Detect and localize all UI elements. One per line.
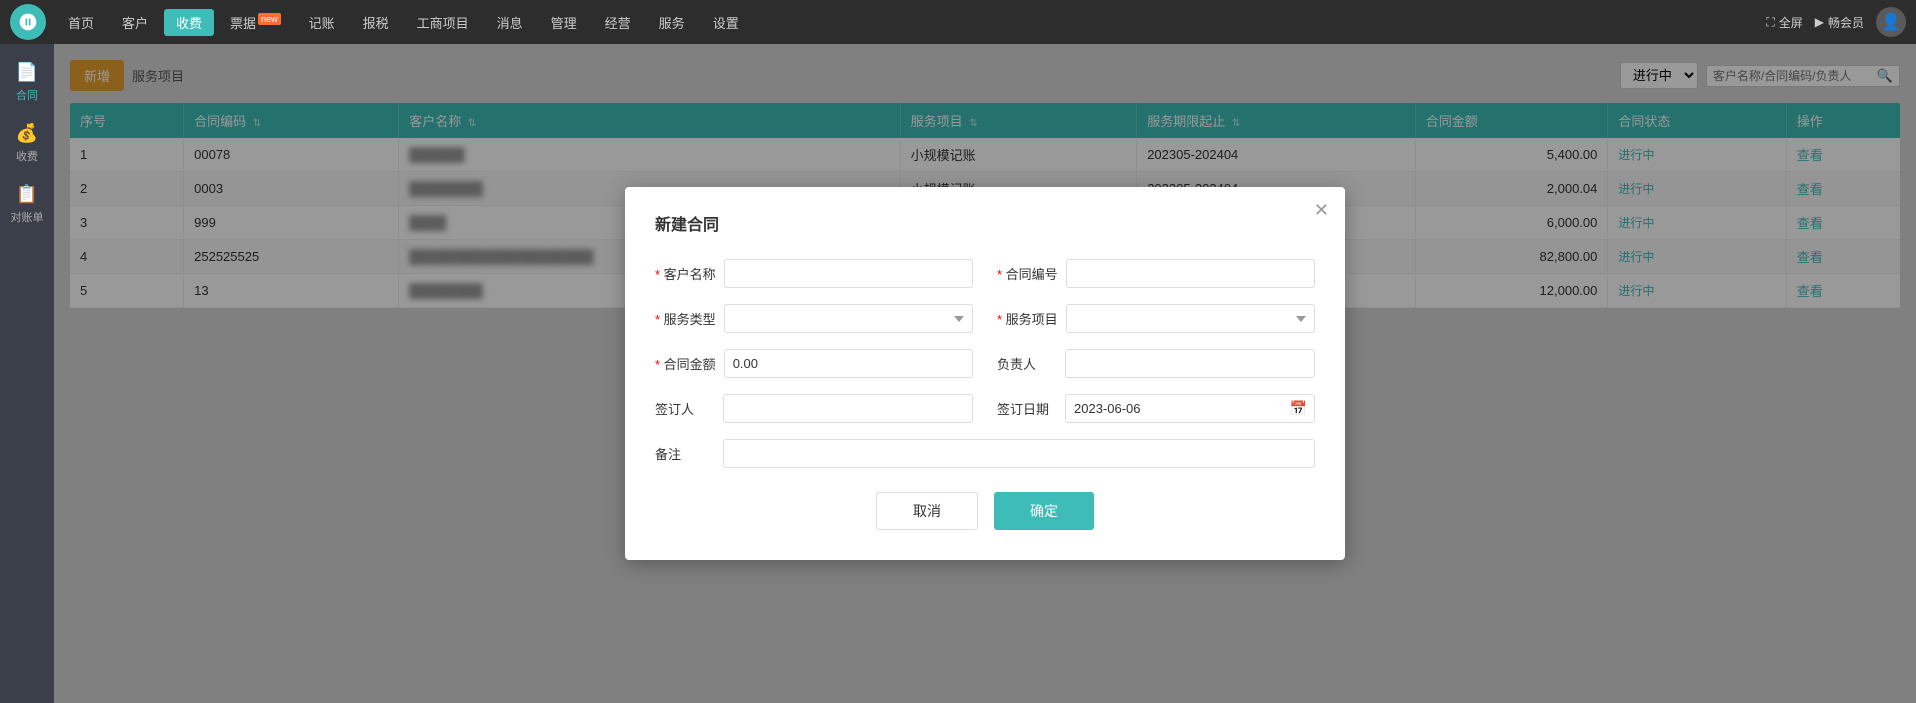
nav-manage[interactable]: 管理	[539, 9, 589, 36]
nav-tax[interactable]: 报税	[351, 9, 401, 36]
form-row-sign-date: 签订日期 📅	[997, 394, 1315, 423]
nav-client[interactable]: 客户	[110, 9, 160, 36]
client-name-input[interactable]	[724, 259, 973, 288]
signer-input[interactable]	[723, 394, 973, 423]
cancel-button[interactable]: 取消	[876, 492, 978, 530]
form-row-client: 客户名称	[655, 259, 973, 288]
nav-message[interactable]: 消息	[485, 9, 535, 36]
sign-date-label: 签订日期	[997, 399, 1057, 418]
nav-home[interactable]: 首页	[56, 9, 106, 36]
responsible-input[interactable]	[1065, 349, 1315, 378]
form-row-service-item: 服务项目	[997, 304, 1315, 333]
nav-menu: 首页 客户 收费 票据new 记账 报税 工商项目 消息 管理 经营 服务 设置	[56, 9, 1766, 36]
sign-date-wrapper: 📅	[1065, 394, 1315, 423]
fullscreen-label: 全屏	[1779, 14, 1803, 31]
nav-operation[interactable]: 经营	[593, 9, 643, 36]
new-contract-dialog: 新建合同 ✕ 客户名称 合同编号 服务类型	[625, 187, 1345, 560]
member-icon: ▶	[1815, 15, 1824, 29]
statement-icon: 📋	[16, 184, 38, 205]
new-badge: new	[258, 13, 281, 25]
nav-settings[interactable]: 设置	[701, 9, 751, 36]
sidebar: 📄 合同 💰 收费 📋 对账单	[0, 44, 54, 703]
sign-date-input[interactable]	[1065, 394, 1315, 423]
service-item-select[interactable]	[1066, 304, 1315, 333]
dialog-footer: 取消 确定	[655, 492, 1315, 530]
main-content: 新增 服务项目 进行中 已结束 全部 🔍 序号 合同编码 ⇅ 客户名称 ⇅	[54, 44, 1916, 703]
form-row-signer: 签订人	[655, 394, 973, 423]
sidebar-item-billing[interactable]: 💰 收费	[0, 115, 54, 172]
fullscreen-button[interactable]: ⛶ 全屏	[1766, 14, 1802, 31]
amount-label: 合同金额	[655, 354, 716, 373]
dialog-overlay: 新建合同 ✕ 客户名称 合同编号 服务类型	[54, 44, 1916, 703]
billing-icon: 💰	[16, 123, 38, 144]
nav-bookkeeping[interactable]: 记账	[297, 9, 347, 36]
nav-billing[interactable]: 收费	[164, 9, 214, 36]
sidebar-item-statement-label: 对账单	[11, 209, 44, 225]
signer-label: 签订人	[655, 399, 715, 418]
sidebar-item-billing-label: 收费	[16, 148, 38, 164]
main-layout: 📄 合同 💰 收费 📋 对账单 新增 服务项目 进行中 已结束 全部 🔍	[0, 44, 1916, 703]
amount-input[interactable]	[724, 349, 973, 378]
top-navigation: 首页 客户 收费 票据new 记账 报税 工商项目 消息 管理 经营 服务 设置…	[0, 0, 1916, 44]
confirm-button[interactable]: 确定	[994, 492, 1094, 530]
sidebar-item-contract[interactable]: 📄 合同	[0, 54, 54, 111]
app-logo	[10, 4, 46, 40]
member-label: 畅会员	[1828, 14, 1864, 31]
sidebar-item-statement[interactable]: 📋 对账单	[0, 176, 54, 233]
member-button[interactable]: ▶ 畅会员	[1815, 14, 1864, 31]
dialog-title: 新建合同	[655, 211, 1315, 235]
nav-bizproject[interactable]: 工商项目	[405, 9, 481, 36]
contract-no-label: 合同编号	[997, 264, 1058, 283]
contract-icon: 📄	[16, 62, 38, 83]
user-avatar[interactable]: 👤	[1876, 7, 1906, 37]
client-name-label: 客户名称	[655, 264, 716, 283]
dialog-close-button[interactable]: ✕	[1314, 201, 1329, 219]
nav-invoice[interactable]: 票据new	[218, 9, 293, 36]
form-row-amount: 合同金额	[655, 349, 973, 378]
form-row-remark: 备注	[655, 439, 1315, 468]
form-row-contract-no: 合同编号	[997, 259, 1315, 288]
nav-right-actions: ⛶ 全屏 ▶ 畅会员 👤	[1766, 7, 1906, 37]
service-item-label: 服务项目	[997, 309, 1058, 328]
fullscreen-icon: ⛶	[1766, 15, 1774, 30]
service-type-label: 服务类型	[655, 309, 716, 328]
remark-label: 备注	[655, 444, 715, 463]
nav-service[interactable]: 服务	[647, 9, 697, 36]
form-grid: 客户名称 合同编号 服务类型 服务项目	[655, 259, 1315, 423]
sidebar-item-contract-label: 合同	[16, 87, 38, 103]
avatar-icon: 👤	[1881, 12, 1901, 32]
contract-no-input[interactable]	[1066, 259, 1315, 288]
remark-input[interactable]	[723, 439, 1315, 468]
calendar-icon: 📅	[1290, 400, 1307, 417]
responsible-label: 负责人	[997, 354, 1057, 373]
form-row-service-type: 服务类型	[655, 304, 973, 333]
form-row-responsible: 负责人	[997, 349, 1315, 378]
service-type-select[interactable]	[724, 304, 973, 333]
